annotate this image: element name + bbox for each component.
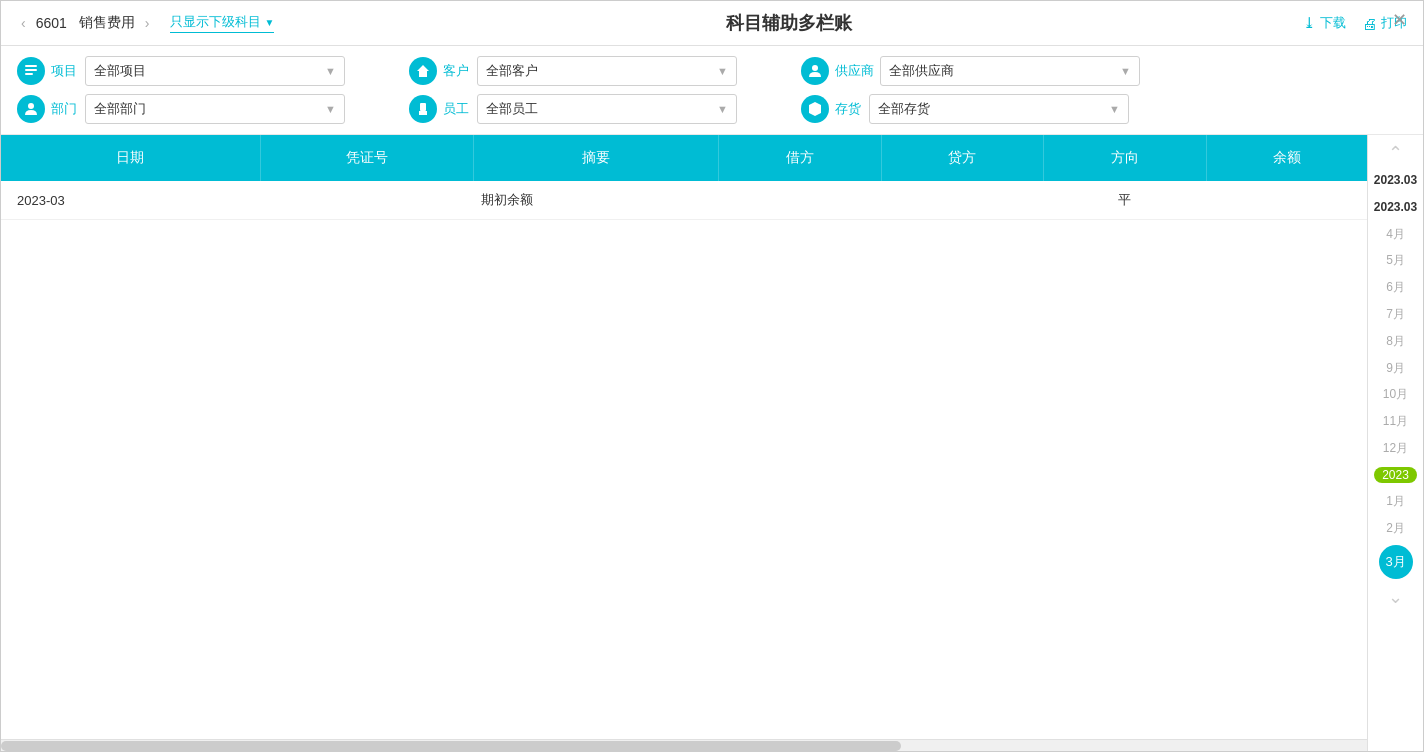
timeline-month-12[interactable]: 12月 (1368, 435, 1423, 462)
col-balance: 余额 (1206, 135, 1367, 181)
timeline-month-8[interactable]: 8月 (1368, 328, 1423, 355)
timeline-month-11[interactable]: 11月 (1368, 408, 1423, 435)
timeline-month-1[interactable]: 1月 (1368, 488, 1423, 515)
employee-select[interactable]: 全部员工 ▼ (477, 94, 737, 124)
timeline-month-6[interactable]: 6月 (1368, 274, 1423, 301)
supplier-icon (801, 57, 829, 85)
supplier-select[interactable]: 全部供应商 ▼ (880, 56, 1140, 86)
project-icon (17, 57, 45, 85)
filter-row-1: 项目 全部项目 ▼ 客户 全部客户 ▼ (17, 56, 1407, 86)
timeline-item-2023-03-top[interactable]: 2023.03 (1368, 167, 1423, 194)
svg-point-3 (812, 65, 818, 71)
department-select[interactable]: 全部部门 ▼ (85, 94, 345, 124)
col-voucher: 凭证号 (260, 135, 473, 181)
filter-item-customer: 客户 全部客户 ▼ (409, 56, 737, 86)
inventory-value: 全部存货 (878, 100, 930, 118)
cell-date: 2023-03 (1, 181, 260, 220)
cell-summary: 期初余额 (473, 181, 719, 220)
svg-rect-5 (420, 103, 426, 111)
col-direction: 方向 (1044, 135, 1207, 181)
table-row: 2023-03 期初余额 平 (1, 181, 1367, 220)
main-window: ‹ 6601 销售费用 › 只显示下级科目 ▼ 科目辅助多栏账 ⤓ 下载 🖨 打… (0, 0, 1424, 752)
timeline-month-9[interactable]: 9月 (1368, 355, 1423, 382)
cell-direction: 平 (1044, 181, 1207, 220)
timeline-item-2023-03-top2[interactable]: 2023.03 (1368, 194, 1423, 221)
main-content: 日期 凭证号 摘要 借方 贷方 方向 余额 2023-03 (1, 135, 1423, 751)
col-credit: 贷方 (881, 135, 1044, 181)
inventory-arrow-icon: ▼ (1109, 103, 1120, 115)
only-sub-label: 只显示下级科目 (170, 13, 261, 31)
next-account-button[interactable]: › (141, 13, 154, 33)
filter-item-department: 部门 全部部门 ▼ (17, 94, 345, 124)
supplier-label: 供应商 (835, 62, 874, 80)
timeline-down-arrow[interactable]: ⌄ (1388, 583, 1403, 611)
filter-item-employee: 员工 全部员工 ▼ (409, 94, 737, 124)
project-select[interactable]: 全部项目 ▼ (85, 56, 345, 86)
employee-value: 全部员工 (486, 100, 538, 118)
inventory-select[interactable]: 全部存货 ▼ (869, 94, 1129, 124)
project-label: 项目 (51, 62, 79, 80)
close-button[interactable]: ✕ (1392, 11, 1407, 29)
filter-item-inventory: 存货 全部存货 ▼ (801, 94, 1129, 124)
inventory-icon (801, 95, 829, 123)
cell-voucher (260, 181, 473, 220)
project-arrow-icon: ▼ (325, 65, 336, 77)
timeline-month-4[interactable]: 4月 (1368, 221, 1423, 248)
svg-rect-1 (25, 69, 37, 71)
timeline-month-5[interactable]: 5月 (1368, 247, 1423, 274)
supplier-value: 全部供应商 (889, 62, 954, 80)
chevron-down-icon: ▼ (265, 17, 275, 28)
print-icon: 🖨 (1362, 15, 1377, 32)
department-icon (17, 95, 45, 123)
timeline-month-10[interactable]: 10月 (1368, 381, 1423, 408)
timeline-year-badge: 2023 (1374, 467, 1417, 483)
cell-credit (881, 181, 1044, 220)
download-label: 下载 (1320, 14, 1346, 32)
page-title: 科目辅助多栏账 (274, 11, 1303, 35)
data-table: 日期 凭证号 摘要 借方 贷方 方向 余额 2023-03 (1, 135, 1367, 220)
customer-icon (409, 57, 437, 85)
customer-value: 全部客户 (486, 62, 538, 80)
department-value: 全部部门 (94, 100, 146, 118)
account-code: 6601 (36, 15, 67, 31)
col-summary: 摘要 (473, 135, 719, 181)
account-name: 销售费用 (79, 14, 135, 32)
timeline-month-3-active[interactable]: 3月 (1379, 545, 1413, 579)
employee-label: 员工 (443, 100, 471, 118)
prev-account-button[interactable]: ‹ (17, 13, 30, 33)
svg-rect-2 (25, 73, 33, 75)
svg-rect-0 (25, 65, 37, 67)
department-arrow-icon: ▼ (325, 103, 336, 115)
scrollbar-thumb[interactable] (1, 741, 901, 751)
download-button[interactable]: ⤓ 下载 (1303, 14, 1346, 32)
employee-icon (409, 95, 437, 123)
only-sub-button[interactable]: 只显示下级科目 ▼ (170, 13, 275, 33)
cell-balance (1206, 181, 1367, 220)
horizontal-scrollbar[interactable] (1, 739, 1367, 751)
filter-item-supplier: 供应商 全部供应商 ▼ (801, 56, 1140, 86)
col-debit: 借方 (719, 135, 882, 181)
filter-item-project: 项目 全部项目 ▼ (17, 56, 345, 86)
filter-section: 项目 全部项目 ▼ 客户 全部客户 ▼ (1, 46, 1423, 135)
header-bar: ‹ 6601 销售费用 › 只显示下级科目 ▼ 科目辅助多栏账 ⤓ 下载 🖨 打… (1, 1, 1423, 46)
customer-select[interactable]: 全部客户 ▼ (477, 56, 737, 86)
department-label: 部门 (51, 100, 79, 118)
table-header-row: 日期 凭证号 摘要 借方 贷方 方向 余额 (1, 135, 1367, 181)
timeline-panel: ⌃ 2023.03 2023.03 4月 5月 6月 7月 8月 9月 10月 … (1367, 135, 1423, 751)
svg-point-4 (28, 103, 34, 109)
supplier-arrow-icon: ▼ (1120, 65, 1131, 77)
timeline-month-2[interactable]: 2月 (1368, 515, 1423, 542)
customer-label: 客户 (443, 62, 471, 80)
table-area[interactable]: 日期 凭证号 摘要 借方 贷方 方向 余额 2023-03 (1, 135, 1367, 739)
employee-arrow-icon: ▼ (717, 103, 728, 115)
download-icon: ⤓ (1303, 14, 1316, 32)
customer-arrow-icon: ▼ (717, 65, 728, 77)
project-value: 全部项目 (94, 62, 146, 80)
col-date: 日期 (1, 135, 260, 181)
cell-debit (719, 181, 882, 220)
timeline-up-arrow[interactable]: ⌃ (1388, 139, 1403, 167)
inventory-label: 存货 (835, 100, 863, 118)
timeline-month-7[interactable]: 7月 (1368, 301, 1423, 328)
filter-row-2: 部门 全部部门 ▼ 员工 全部员工 (17, 94, 1407, 124)
